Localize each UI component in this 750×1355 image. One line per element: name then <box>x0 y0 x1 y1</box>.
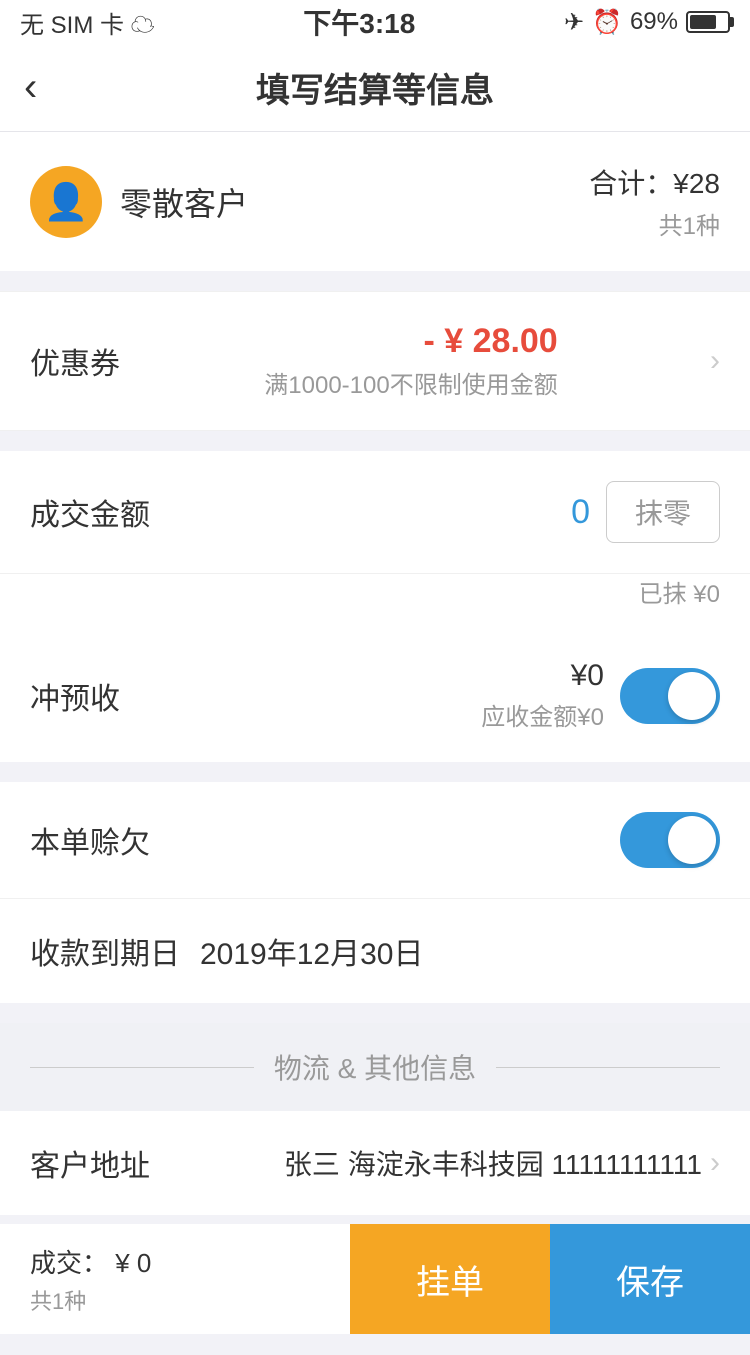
status-right: ✈ ⏰ 69% <box>564 8 730 37</box>
bottom-count: 共1种 <box>30 1284 320 1316</box>
prepay-label: 冲预收 <box>30 674 120 718</box>
back-button[interactable]: ‹ <box>24 65 37 110</box>
status-bar: 无 SIM 卡 ☁ 下午3:18 ✈ ⏰ 69% <box>0 0 750 44</box>
deal-amount-section: 成交金额 0 抹零 已抹 ¥0 冲预收 ¥0 应收金额¥0 <box>0 451 750 762</box>
nav-bar: ‹ 填写结算等信息 <box>0 44 750 132</box>
bottom-deal-label: 成交： <box>30 1248 108 1278</box>
address-label: 客户地址 <box>30 1141 150 1185</box>
customer-left: 👤 零散客户 <box>30 166 248 238</box>
battery-icon <box>686 11 730 33</box>
location-icon: ✈ <box>564 8 584 37</box>
hold-order-button[interactable]: 挂单 <box>350 1224 550 1334</box>
coupon-label: 优惠券 <box>30 339 120 383</box>
chevron-right-icon: › <box>710 344 720 378</box>
due-date-row[interactable]: 收款到期日 2019年12月30日 <box>0 899 750 1003</box>
prepay-value: ¥0 <box>481 659 604 693</box>
prepay-right: ¥0 应收金额¥0 <box>481 659 720 732</box>
coupon-desc: 满1000-100不限制使用金额 <box>264 365 557 400</box>
debt-label: 本单赊欠 <box>30 818 150 862</box>
customer-name: 零散客户 <box>120 179 248 225</box>
page-title: 填写结算等信息 <box>256 63 494 112</box>
coupon-discount: - ¥ 28.00 <box>264 322 557 361</box>
coupon-row[interactable]: 优惠券 - ¥ 28.00 满1000-100不限制使用金额 › <box>0 291 750 431</box>
coupon-section[interactable]: 优惠券 - ¥ 28.00 满1000-100不限制使用金额 › <box>0 291 750 431</box>
total-count: 共1种 <box>589 206 720 241</box>
debt-row: 本单赊欠 <box>0 782 750 899</box>
avatar-icon: 👤 <box>44 181 89 223</box>
status-left: 无 SIM 卡 ☁ <box>20 5 155 40</box>
bottom-deal-value: ¥ 0 <box>115 1248 151 1278</box>
status-time: 下午3:18 <box>303 2 415 42</box>
due-date-value: 2019年12月30日 <box>200 929 423 973</box>
battery-level: 69% <box>630 8 678 36</box>
logistics-title: 物流 & 其他信息 <box>274 1047 476 1087</box>
round-zero-button[interactable]: 抹零 <box>606 481 720 543</box>
prepay-toggle[interactable] <box>620 668 720 724</box>
already-rounded: 已抹 ¥0 <box>639 581 720 608</box>
deal-amount-right: 0 抹零 <box>571 481 720 543</box>
alarm-icon: ⏰ <box>592 8 622 37</box>
debt-right <box>620 812 720 868</box>
debt-toggle[interactable] <box>620 812 720 868</box>
sim-status: 无 SIM 卡 ☁ <box>20 5 155 40</box>
customer-right: 合计：¥28 共1种 <box>589 162 720 241</box>
content-area: 👤 零散客户 合计：¥28 共1种 优惠券 - ¥ 28.00 满1000-10… <box>0 132 750 1355</box>
address-value: 张三 海淀永丰科技园 11111111111 <box>170 1143 702 1183</box>
bottom-info: 成交： ¥ 0 共1种 <box>0 1243 350 1316</box>
customer-section: 👤 零散客户 合计：¥28 共1种 <box>0 132 750 271</box>
divider-line-right <box>496 1067 720 1068</box>
logistics-header: 物流 & 其他信息 <box>0 1023 750 1111</box>
due-date-label: 收款到期日 <box>30 929 180 973</box>
total-amount: 合计：¥28 <box>589 162 720 202</box>
deal-amount-label: 成交金额 <box>30 490 150 534</box>
bottom-deal-row: 成交： ¥ 0 <box>30 1243 320 1280</box>
avatar: 👤 <box>30 166 102 238</box>
save-button[interactable]: 保存 <box>550 1224 750 1334</box>
address-row[interactable]: 客户地址 张三 海淀永丰科技园 11111111111 › <box>0 1111 750 1215</box>
divider-line-left <box>30 1067 254 1068</box>
prepay-row: 冲预收 ¥0 应收金额¥0 <box>0 629 750 762</box>
debt-section: 本单赊欠 收款到期日 2019年12月30日 <box>0 782 750 1003</box>
address-section[interactable]: 客户地址 张三 海淀永丰科技园 11111111111 › <box>0 1111 750 1215</box>
address-chevron-icon: › <box>710 1146 720 1180</box>
bottom-bar: 成交： ¥ 0 共1种 挂单 保存 <box>0 1224 750 1334</box>
coupon-right: - ¥ 28.00 满1000-100不限制使用金额 <box>264 322 557 400</box>
prepay-sub: 应收金额¥0 <box>481 697 604 732</box>
deal-amount-value: 0 <box>571 493 590 532</box>
deal-amount-row: 成交金额 0 抹零 <box>0 451 750 574</box>
